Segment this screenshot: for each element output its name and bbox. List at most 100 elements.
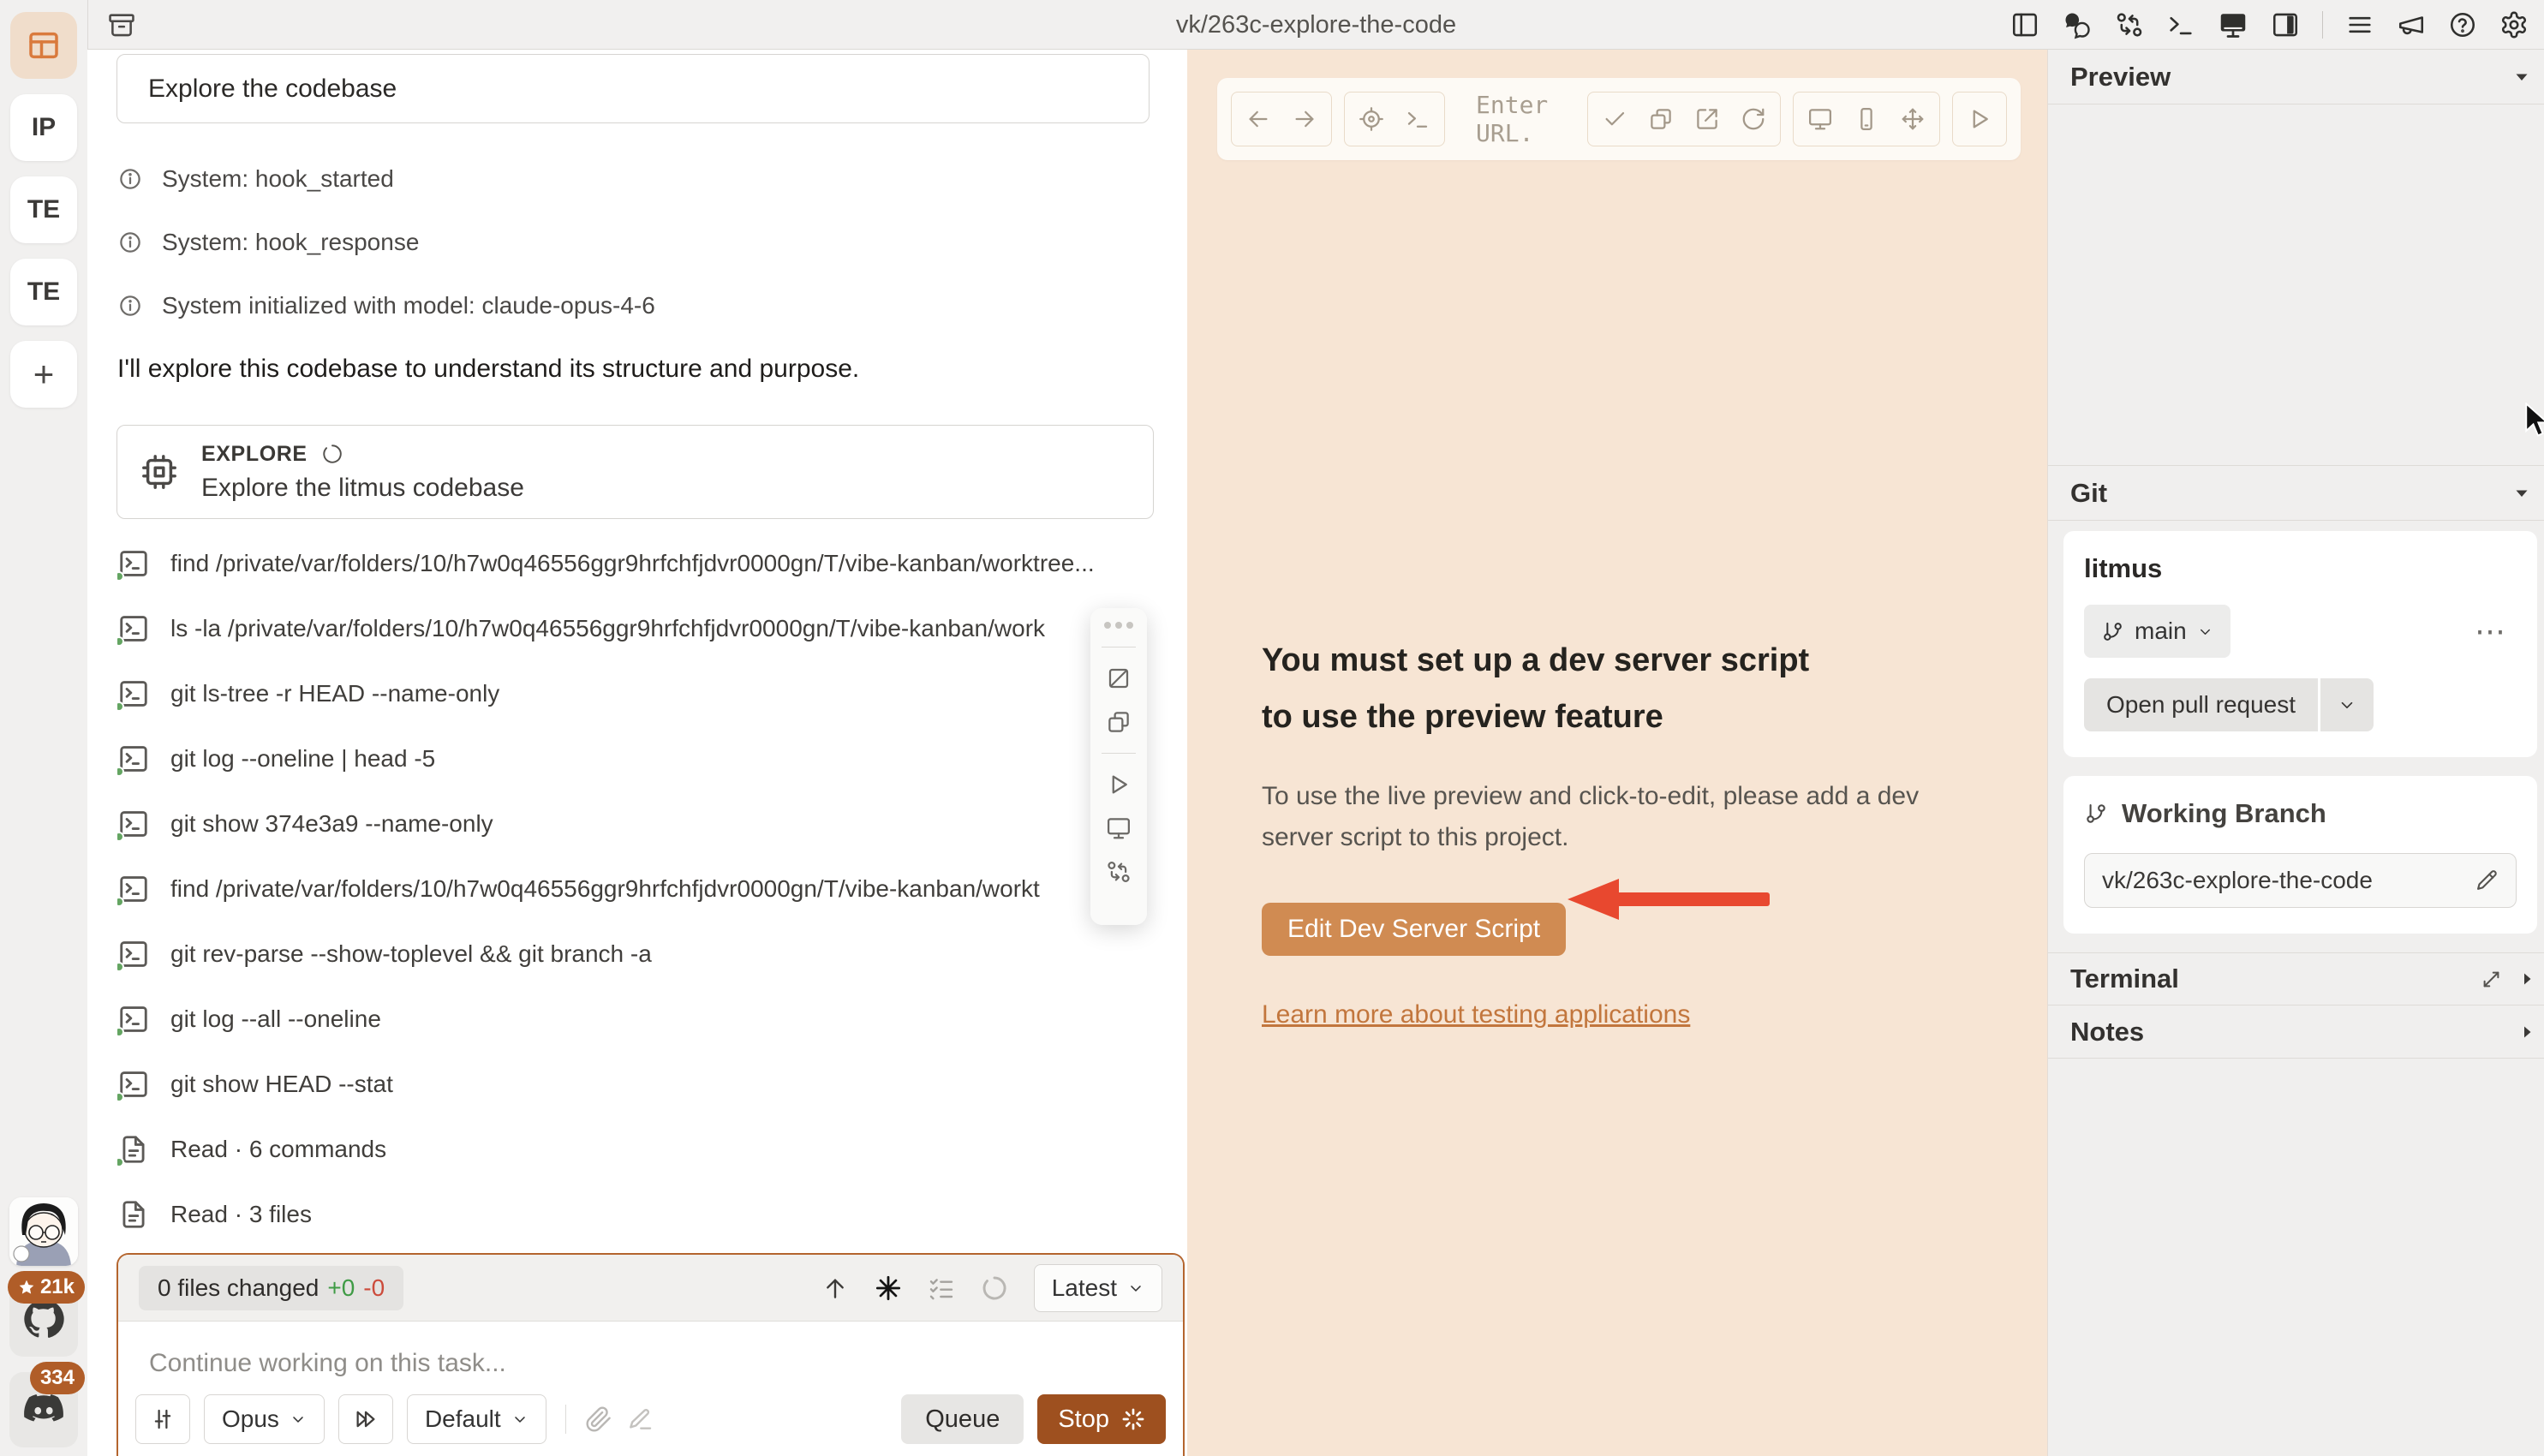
move-resize-icon[interactable] — [1890, 95, 1936, 143]
learn-more-link[interactable]: Learn more about testing applications — [1262, 1000, 1690, 1029]
activity-text: find /private/var/folders/10/h7w0q46556g… — [170, 875, 1040, 903]
profile-dropdown[interactable]: Default — [407, 1394, 546, 1444]
footer-divider — [565, 1405, 567, 1434]
preview-section-header[interactable]: Preview — [2048, 50, 2544, 104]
rail-item-kanban-active[interactable] — [10, 12, 77, 79]
activity-row[interactable]: git log --all --oneline — [117, 987, 1182, 1052]
panel-right-icon[interactable] — [2271, 10, 2300, 39]
rail-item-workspace[interactable]: TE — [10, 259, 77, 325]
system-message-row[interactable]: System: hook_response — [117, 211, 1145, 274]
scroll-up-icon[interactable] — [821, 1274, 849, 1302]
activity-row[interactable]: find /private/var/folders/10/h7w0q46556g… — [117, 531, 1182, 596]
activity-row[interactable]: git rev-parse --show-toplevel && git bra… — [117, 922, 1182, 987]
settings-sliders-button[interactable] — [135, 1394, 190, 1444]
refresh-icon[interactable] — [1730, 95, 1777, 143]
file-icon — [117, 1198, 150, 1231]
discord-link[interactable]: 334 — [9, 1372, 78, 1447]
system-message-text: System: hook_response — [162, 229, 419, 256]
messages-icon[interactable] — [2062, 9, 2093, 40]
copy-icon[interactable] — [1106, 709, 1132, 735]
open-external-icon[interactable] — [1684, 95, 1730, 143]
activity-row[interactable]: Read · 6 commands — [117, 1117, 1182, 1182]
desktop-view-icon[interactable] — [1797, 95, 1843, 143]
system-message-row[interactable]: System: hook_started — [117, 147, 1145, 211]
activity-icon — [117, 1198, 150, 1231]
attach-file-button[interactable] — [585, 1405, 612, 1433]
model-dropdown[interactable]: Opus — [204, 1394, 325, 1444]
working-branch-label: Working Branch — [2122, 798, 2326, 829]
sparkle-icon[interactable] — [875, 1274, 902, 1302]
success-dot — [117, 636, 124, 647]
annotate-pen-button[interactable] — [626, 1405, 654, 1433]
git-header-label: Git — [2070, 478, 2107, 509]
working-branch-field[interactable]: vk/263c-explore-the-code — [2084, 853, 2517, 908]
activity-icon — [117, 938, 150, 970]
dev-server-terminal-icon[interactable] — [1394, 95, 1441, 143]
settings-icon[interactable] — [2499, 10, 2529, 39]
git-menu-button[interactable]: ⋯ — [2475, 623, 2508, 640]
expand-icon[interactable] — [2480, 968, 2503, 991]
edit-dev-server-script-button[interactable]: Edit Dev Server Script — [1262, 903, 1566, 956]
edit-pencil-icon[interactable] — [2475, 868, 2499, 892]
back-button[interactable] — [1235, 95, 1281, 143]
git-compare-icon[interactable] — [2115, 10, 2144, 39]
terminal-section-header[interactable]: Terminal — [2048, 952, 2544, 1005]
workspace-initials: TE — [27, 277, 60, 307]
pull-request-options-dropdown[interactable] — [2320, 678, 2374, 731]
open-pull-request-button[interactable]: Open pull request — [2084, 678, 2318, 731]
activity-row[interactable]: git show 374e3a9 --name-only — [117, 791, 1182, 856]
avatar[interactable] — [9, 1197, 78, 1266]
mobile-view-icon[interactable] — [1843, 95, 1890, 143]
activity-row[interactable]: ls -la /private/var/folders/10/h7w0q4655… — [117, 596, 1182, 661]
toolbar-divider — [2322, 11, 2323, 39]
panel-left-icon[interactable] — [2010, 10, 2039, 39]
menu-icon[interactable] — [2345, 10, 2374, 39]
git-branch-icon — [2101, 620, 2124, 643]
terminal-icon[interactable] — [2166, 10, 2195, 39]
terminal-header-label: Terminal — [2070, 964, 2179, 994]
activity-row[interactable]: Read · 3 files — [117, 1182, 1182, 1247]
queue-button[interactable]: Queue — [901, 1394, 1024, 1444]
notes-section-header[interactable]: Notes — [2048, 1005, 2544, 1059]
locate-target-icon[interactable] — [1348, 95, 1394, 143]
fast-forward-button[interactable] — [338, 1394, 393, 1444]
copy-url-icon[interactable] — [1638, 95, 1684, 143]
rail-item-workspace[interactable]: IP — [10, 94, 77, 161]
system-message-row[interactable]: System initialized with model: claude-op… — [117, 274, 1145, 337]
assistant-message: I'll explore this codebase to understand… — [117, 355, 859, 384]
stop-button[interactable]: Stop — [1037, 1394, 1166, 1444]
select-element-icon[interactable] — [1106, 665, 1132, 691]
drag-handle[interactable] — [1104, 622, 1133, 629]
activity-text: git rev-parse --show-toplevel && git bra… — [170, 940, 652, 968]
base-branch-dropdown[interactable]: main — [2084, 605, 2230, 658]
latest-dropdown[interactable]: Latest — [1034, 1264, 1162, 1312]
play-icon[interactable] — [1106, 772, 1132, 797]
add-workspace-button[interactable]: + — [10, 341, 77, 408]
chevron-down-icon — [2338, 695, 2356, 714]
monitor-icon[interactable] — [1106, 815, 1132, 841]
additions-count: +0 — [327, 1274, 355, 1302]
checklist-icon[interactable] — [928, 1274, 955, 1302]
explore-tool-card[interactable]: EXPLORE Explore the litmus codebase — [116, 425, 1154, 519]
git-compare-icon[interactable] — [1106, 859, 1132, 885]
activity-icon — [117, 1133, 150, 1166]
activity-icon — [117, 1003, 150, 1035]
activity-row[interactable]: git log --oneline | head -5 — [117, 726, 1182, 791]
forward-button[interactable] — [1281, 95, 1328, 143]
rail-item-workspace[interactable]: TE — [10, 176, 77, 243]
activity-row[interactable]: git show HEAD --stat — [117, 1052, 1182, 1117]
files-changed-pill[interactable]: 0 files changed +0 -0 — [139, 1266, 403, 1310]
github-link[interactable]: 21k — [9, 1281, 78, 1357]
activity-row[interactable]: git ls-tree -r HEAD --name-only — [117, 661, 1182, 726]
message-input[interactable]: Continue working on this task... — [118, 1322, 1183, 1378]
git-section-header[interactable]: Git — [2048, 466, 2544, 521]
activity-icon — [117, 873, 150, 905]
check-icon[interactable] — [1591, 95, 1638, 143]
url-input[interactable]: Enter URL. — [1457, 91, 1575, 147]
activity-row[interactable]: find /private/var/folders/10/h7w0q46556g… — [117, 856, 1182, 922]
monitor-icon[interactable] — [2218, 9, 2248, 40]
loading-spinner-icon — [981, 1274, 1008, 1302]
megaphone-icon[interactable] — [2397, 10, 2426, 39]
run-preview-icon[interactable] — [1956, 95, 2003, 143]
help-icon[interactable] — [2448, 10, 2477, 39]
